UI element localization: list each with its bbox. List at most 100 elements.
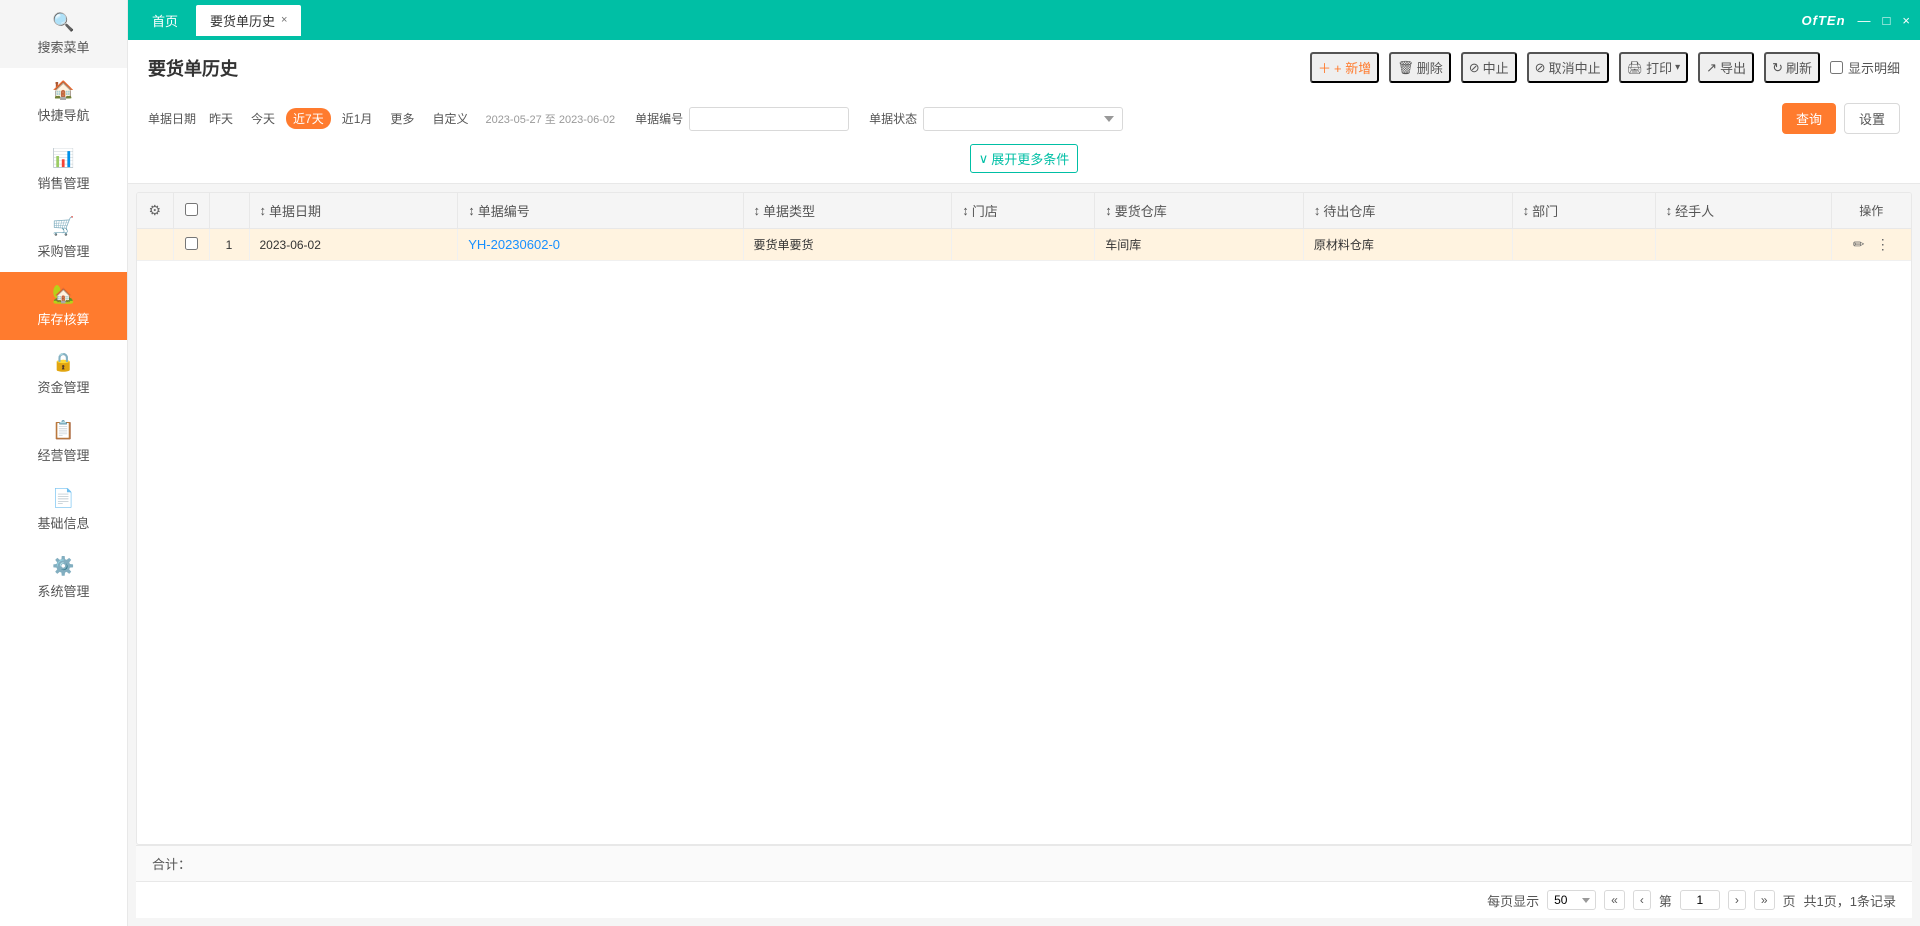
table-header-row: ⚙ ↕ 单据日期 (137, 193, 1911, 229)
refresh-button[interactable]: ↻ 刷新 (1764, 52, 1820, 83)
per-page-select[interactable]: 50 20 100 (1547, 890, 1596, 910)
date-filter-options: 昨天今天近7天近1月更多自定义 (202, 108, 475, 129)
next-page-btn[interactable]: › (1728, 890, 1746, 910)
date-option-更多[interactable]: 更多 (383, 108, 421, 129)
th-date: ↕ 单据日期 (249, 193, 458, 229)
th-doc-no: ↕ 单据编号 (458, 193, 743, 229)
close-btn[interactable]: × (1902, 13, 1910, 28)
maximize-btn[interactable]: □ (1883, 13, 1891, 28)
sidebar-icon-inventory: 🏡 (52, 284, 74, 305)
settings-filter-button[interactable]: 设置 (1844, 103, 1900, 134)
column-settings-icon[interactable]: ⚙ (148, 202, 161, 218)
select-all-checkbox[interactable] (185, 203, 198, 216)
row-settings-cell (137, 229, 173, 261)
show-detail-toggle[interactable]: 显示明细 (1830, 58, 1900, 77)
sidebar-item-operations[interactable]: 📋 经营管理 (0, 408, 127, 476)
sidebar-item-finance[interactable]: 🔒 资金管理 (0, 340, 127, 408)
date-option-今天[interactable]: 今天 (244, 108, 282, 129)
last-page-btn[interactable]: » (1754, 890, 1775, 910)
delete-label: 删除 (1417, 58, 1443, 77)
export-icon: ↗ (1706, 60, 1717, 76)
doc-number-label: 单据编号 (635, 110, 683, 127)
query-button[interactable]: 查询 (1782, 103, 1836, 134)
row-pending-warehouse-cell: 原材料仓库 (1303, 229, 1512, 261)
doc-number-filter-group: 单据编号 (635, 107, 849, 131)
sidebar-item-inventory[interactable]: 🏡 库存核算 (0, 272, 127, 340)
date-option-昨天[interactable]: 昨天 (202, 108, 240, 129)
active-tab-label: 要货单历史 (210, 11, 275, 30)
sidebar-icon-system: ⚙️ (52, 556, 74, 577)
export-button[interactable]: ↗ 导出 (1698, 52, 1754, 83)
topbar-right: OfTEn — □ × (1802, 13, 1910, 28)
page-header: 要货单历史 ＋ + 新增 🗑 删除 ⊘ 中止 ⊘ (128, 40, 1920, 184)
refresh-label: 刷新 (1786, 58, 1812, 77)
row-doc-type-cell: 要货单要货 (743, 229, 952, 261)
doc-number-input[interactable] (689, 107, 849, 131)
sidebar-item-purchase[interactable]: 🛒 采购管理 (0, 204, 127, 272)
toolbar: ＋ + 新增 🗑 删除 ⊘ 中止 ⊘ 取消中止 (1310, 52, 1900, 83)
doc-status-select[interactable] (923, 107, 1123, 131)
row-doc-no-link[interactable]: YH-20230602-0 (468, 237, 560, 252)
sidebar-item-search-menu[interactable]: 🔍 搜索菜单 (0, 0, 127, 68)
page-title-row: 要货单历史 ＋ + 新增 🗑 删除 ⊘ 中止 ⊘ (148, 52, 1900, 83)
date-filter-group: 单据日期 昨天今天近7天近1月更多自定义 2023-05-27 至 2023-0… (148, 108, 615, 129)
close-tab-icon[interactable]: × (281, 14, 287, 26)
pagination: 每页显示 50 20 100 « ‹ 第 › » 页 共1页，1条记录 (136, 881, 1912, 918)
th-department: ↕ 部门 (1512, 193, 1655, 229)
sidebar-item-quick-nav[interactable]: 🏠 快捷导航 (0, 68, 127, 136)
cancel-stop-button[interactable]: ⊘ 取消中止 (1527, 52, 1609, 83)
page-label: 页 (1783, 891, 1796, 910)
sidebar: 🔍 搜索菜单🏠 快捷导航📊 销售管理🛒 采购管理🏡 库存核算🔒 资金管理📋 经营… (0, 0, 128, 926)
prev-page-btn[interactable]: ‹ (1633, 890, 1651, 910)
tab-active[interactable]: 要货单历史 × (196, 5, 301, 36)
sidebar-label-sales: 销售管理 (37, 173, 89, 192)
content-area: 要货单历史 ＋ + 新增 🗑 删除 ⊘ 中止 ⊘ (128, 40, 1920, 926)
row-edit-btn[interactable]: ✏ (1849, 234, 1869, 254)
row-handler-cell (1655, 229, 1831, 261)
row-req-warehouse-cell: 车间库 (1095, 229, 1304, 261)
sidebar-label-operations: 经营管理 (37, 445, 89, 464)
sidebar-label-inventory: 库存核算 (37, 309, 89, 328)
print-dropdown-icon[interactable]: ▾ (1675, 62, 1680, 73)
doc-status-label: 单据状态 (869, 110, 917, 127)
summary-row: 合计： (136, 845, 1912, 881)
chevron-down-icon: ∨ (979, 151, 989, 167)
date-option-近7天[interactable]: 近7天 (286, 108, 331, 129)
date-option-近1月[interactable]: 近1月 (335, 108, 380, 129)
row-doc-no-cell: YH-20230602-0 (458, 229, 743, 261)
delete-button[interactable]: 🗑 删除 (1389, 52, 1451, 83)
sidebar-item-basic-info[interactable]: 📄 基础信息 (0, 476, 127, 544)
row-num-cell: 1 (209, 229, 249, 261)
row-checkbox-cell (173, 229, 209, 261)
expand-more-button[interactable]: ∨ 展开更多条件 (970, 144, 1079, 173)
main-area: 首页 要货单历史 × OfTEn — □ × 要货单历史 ＋ + 新增 (128, 0, 1920, 926)
sidebar-item-sales[interactable]: 📊 销售管理 (0, 136, 127, 204)
print-button[interactable]: 🖨 打印 ▾ (1619, 52, 1689, 83)
th-store: ↕ 门店 (952, 193, 1095, 229)
stop-button[interactable]: ⊘ 中止 (1461, 52, 1517, 83)
first-page-btn[interactable]: « (1604, 890, 1625, 910)
summary-label: 合计： (152, 854, 191, 873)
sidebar-icon-basic-info: 📄 (52, 488, 74, 509)
row-date-cell: 2023-06-02 (249, 229, 458, 261)
date-option-自定义[interactable]: 自定义 (425, 108, 475, 129)
sidebar-label-finance: 资金管理 (37, 377, 89, 396)
page-number-input[interactable] (1680, 890, 1720, 910)
export-label: 导出 (1720, 58, 1746, 77)
stop-label: 中止 (1483, 58, 1509, 77)
row-checkbox-0[interactable] (185, 237, 198, 250)
th-action: 操作 (1831, 193, 1911, 229)
topbar: 首页 要货单历史 × OfTEn — □ × (128, 0, 1920, 40)
show-detail-checkbox[interactable] (1830, 61, 1843, 74)
add-button[interactable]: ＋ + 新增 (1310, 52, 1379, 83)
sidebar-item-system[interactable]: ⚙️ 系统管理 (0, 544, 127, 612)
doc-status-filter-group: 单据状态 (869, 107, 1123, 131)
print-icon: 🖨 (1627, 60, 1644, 76)
row-more-btn[interactable]: ⋮ (1872, 234, 1894, 254)
sidebar-icon-sales: 📊 (52, 148, 74, 169)
date-range-text: 2023-05-27 至 2023-06-02 (485, 111, 615, 127)
sidebar-icon-quick-nav: 🏠 (52, 80, 74, 101)
table-body: 1 2023-06-02 YH-20230602-0 要货单要货 车间库 原材料… (137, 229, 1911, 261)
minimize-btn[interactable]: — (1858, 13, 1871, 28)
tab-home[interactable]: 首页 (138, 5, 192, 36)
